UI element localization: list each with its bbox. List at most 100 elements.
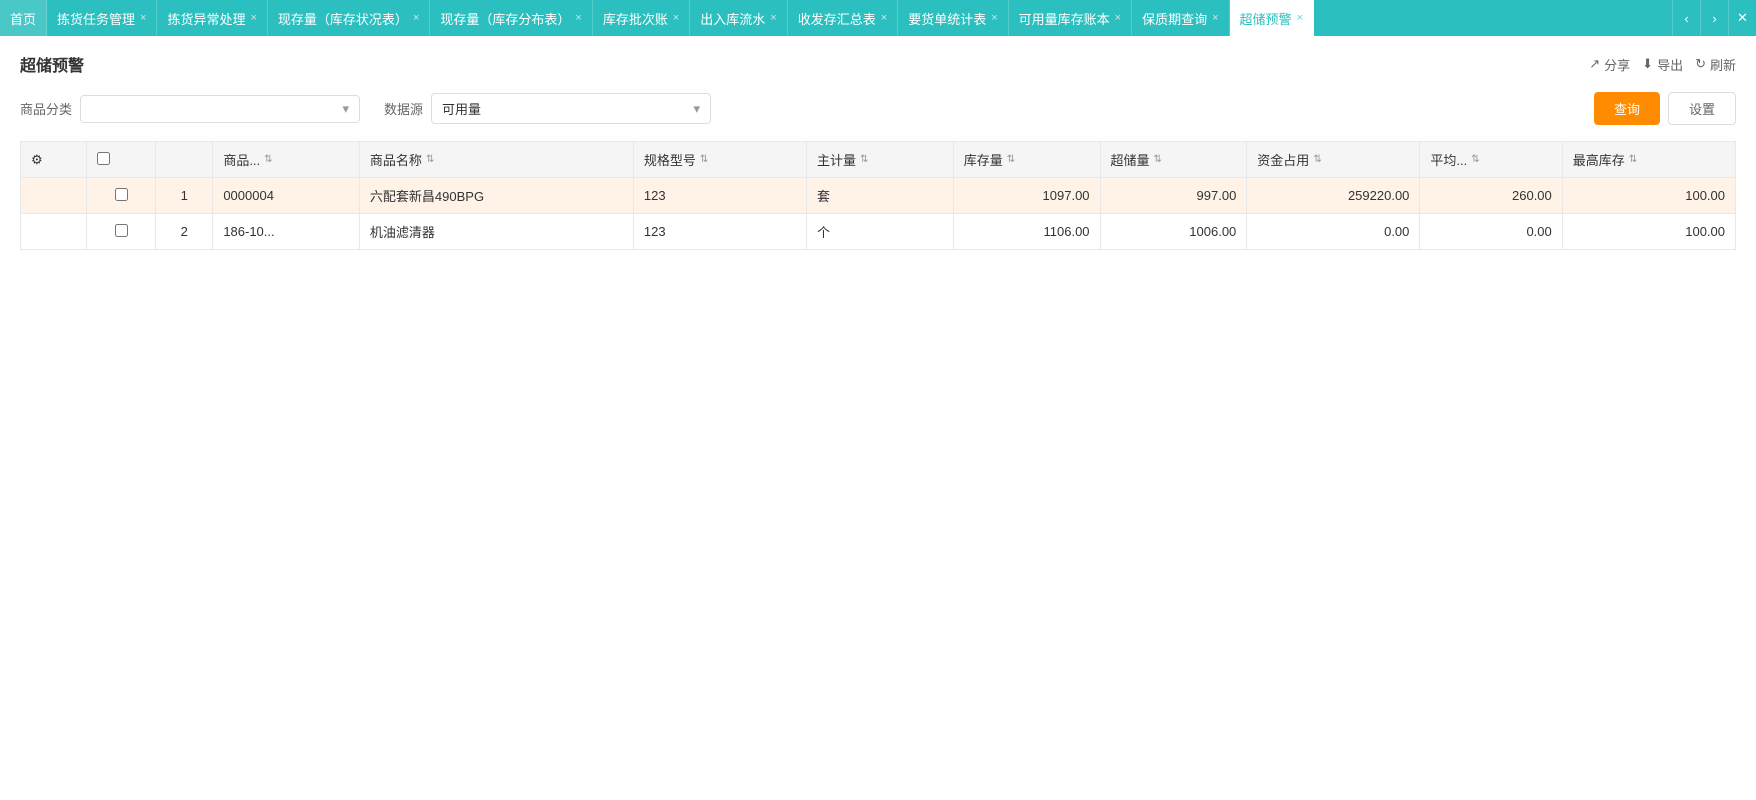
share-icon: ↗: [1589, 56, 1600, 72]
sort-avg[interactable]: 平均... ⇅: [1430, 150, 1551, 169]
cell-overstock-1: 1006.00: [1100, 214, 1247, 250]
nav-close-overstock-alert[interactable]: ×: [1297, 12, 1303, 24]
th-product-code[interactable]: 商品... ⇅: [213, 142, 360, 178]
nav-item-overstock-alert[interactable]: 超储预警 ×: [1230, 0, 1314, 36]
th-row-num: [156, 142, 213, 178]
nav-close-abnormal[interactable]: ×: [250, 12, 256, 24]
th-checkbox: [87, 142, 156, 178]
export-label: 导出: [1657, 55, 1683, 74]
nav-label-task-mgmt: 拣货任务管理: [57, 9, 135, 28]
nav-item-inventory-dist[interactable]: 现存量（库存分布表） ×: [430, 0, 592, 36]
th-max-stock-label: 最高库存: [1573, 150, 1625, 169]
cell-max-stock-1: 100.00: [1562, 214, 1735, 250]
row-checkbox-0[interactable]: [115, 188, 128, 201]
nav-item-quality-check[interactable]: 保质期查询 ×: [1132, 0, 1229, 36]
nav-item-home[interactable]: 首页: [0, 0, 47, 36]
nav-close-collect-summary[interactable]: ×: [881, 12, 887, 24]
nav-item-abnormal[interactable]: 拣货异常处理 ×: [157, 0, 267, 36]
nav-item-order-stats[interactable]: 要货单统计表 ×: [898, 0, 1008, 36]
data-table: ⚙ 商品... ⇅ 商品名称 ⇅: [20, 141, 1736, 250]
sort-product-name[interactable]: 商品名称 ⇅: [370, 150, 623, 169]
refresh-icon: ↻: [1695, 56, 1706, 72]
nav-label-home: 首页: [10, 9, 36, 28]
sort-unit[interactable]: 主计量 ⇅: [817, 150, 943, 169]
nav-close-available-ledger[interactable]: ×: [1115, 12, 1121, 24]
nav-arrow-close[interactable]: ✕: [1728, 0, 1756, 36]
th-unit-label: 主计量: [817, 150, 856, 169]
cell-gear-0: [21, 178, 87, 214]
nav-close-batch-account[interactable]: ×: [673, 12, 679, 24]
datasource-arrow-icon: ▾: [694, 101, 701, 117]
sort-spec[interactable]: 规格型号 ⇅: [644, 150, 796, 169]
nav-label-inventory-dist: 现存量（库存分布表）: [440, 9, 570, 28]
category-select[interactable]: ▾: [80, 95, 360, 123]
page-content: 超储预警 ↗ 分享 ⬇ 导出 ↻ 刷新 商品分类 ▾ 数据源: [0, 36, 1756, 800]
share-button[interactable]: ↗ 分享: [1589, 55, 1630, 74]
table-row: 2 186-10... 机油滤清器 123 个 1106.00 1006.00 …: [21, 214, 1736, 250]
sort-icon-unit: ⇅: [860, 154, 868, 165]
th-product-name-label: 商品名称: [370, 150, 422, 169]
category-label: 商品分类: [20, 99, 72, 118]
export-icon: ⬇: [1642, 56, 1653, 72]
nav-label-available-ledger: 可用量库存账本: [1019, 9, 1110, 28]
nav-label-inventory-status: 现存量（库存状况表）: [278, 9, 408, 28]
export-button[interactable]: ⬇ 导出: [1642, 55, 1683, 74]
th-gear[interactable]: ⚙: [21, 142, 87, 178]
share-label: 分享: [1604, 55, 1630, 74]
th-stock[interactable]: 库存量 ⇅: [953, 142, 1100, 178]
cell-spec-0: 123: [633, 178, 806, 214]
nav-item-inout-flow[interactable]: 出入库流水 ×: [690, 0, 787, 36]
th-capital[interactable]: 资金占用 ⇅: [1247, 142, 1420, 178]
page-title: 超储预警: [20, 52, 84, 76]
sort-overstock[interactable]: 超储量 ⇅: [1111, 150, 1237, 169]
nav-label-batch-account: 库存批次账: [603, 9, 668, 28]
sort-icon-spec: ⇅: [700, 154, 708, 165]
row-checkbox-1[interactable]: [115, 224, 128, 237]
nav-close-task-mgmt[interactable]: ×: [140, 12, 146, 24]
th-avg[interactable]: 平均... ⇅: [1420, 142, 1562, 178]
th-unit[interactable]: 主计量 ⇅: [807, 142, 954, 178]
nav-close-inventory-dist[interactable]: ×: [575, 12, 581, 24]
th-overstock-label: 超储量: [1111, 150, 1150, 169]
nav-arrow-right[interactable]: ›: [1700, 0, 1728, 36]
refresh-button[interactable]: ↻ 刷新: [1695, 55, 1736, 74]
filter-actions: 查询 设置: [1594, 92, 1736, 125]
sort-product-code[interactable]: 商品... ⇅: [223, 150, 349, 169]
cell-checkbox-1[interactable]: [87, 214, 156, 250]
sort-icon-capital: ⇅: [1313, 154, 1321, 165]
top-navigation: 首页 拣货任务管理 × 拣货异常处理 × 现存量（库存状况表） × 现存量（库存…: [0, 0, 1756, 36]
th-spec[interactable]: 规格型号 ⇅: [633, 142, 806, 178]
cell-avg-0: 260.00: [1420, 178, 1562, 214]
th-max-stock[interactable]: 最高库存 ⇅: [1562, 142, 1735, 178]
cell-checkbox-0[interactable]: [87, 178, 156, 214]
nav-item-task-mgmt[interactable]: 拣货任务管理 ×: [47, 0, 157, 36]
nav-item-available-ledger[interactable]: 可用量库存账本 ×: [1009, 0, 1132, 36]
select-all-checkbox[interactable]: [97, 152, 110, 165]
datasource-value: 可用量: [442, 99, 481, 118]
cell-rownum-0: 1: [156, 178, 213, 214]
nav-close-inout-flow[interactable]: ×: [770, 12, 776, 24]
nav-item-inventory-status[interactable]: 现存量（库存状况表） ×: [268, 0, 430, 36]
settings-button[interactable]: 设置: [1668, 92, 1736, 125]
nav-arrows: ‹ › ✕: [1672, 0, 1756, 36]
sort-max-stock[interactable]: 最高库存 ⇅: [1573, 150, 1725, 169]
th-product-name[interactable]: 商品名称 ⇅: [359, 142, 633, 178]
nav-close-quality-check[interactable]: ×: [1212, 12, 1218, 24]
sort-stock[interactable]: 库存量 ⇅: [964, 150, 1090, 169]
cell-rownum-1: 2: [156, 214, 213, 250]
th-overstock[interactable]: 超储量 ⇅: [1100, 142, 1247, 178]
nav-label-abnormal: 拣货异常处理: [167, 9, 245, 28]
sort-icon-avg: ⇅: [1471, 154, 1479, 165]
sort-icon-max-stock: ⇅: [1629, 154, 1637, 165]
nav-item-collect-summary[interactable]: 收发存汇总表 ×: [788, 0, 898, 36]
nav-arrow-left[interactable]: ‹: [1672, 0, 1700, 36]
nav-item-batch-account[interactable]: 库存批次账 ×: [593, 0, 690, 36]
sort-capital[interactable]: 资金占用 ⇅: [1257, 150, 1409, 169]
category-arrow-icon: ▾: [342, 101, 349, 117]
table-wrapper: ⚙ 商品... ⇅ 商品名称 ⇅: [20, 141, 1736, 250]
datasource-filter: 数据源 可用量 ▾: [384, 93, 711, 124]
nav-close-order-stats[interactable]: ×: [991, 12, 997, 24]
nav-close-inventory-status[interactable]: ×: [413, 12, 419, 24]
query-button[interactable]: 查询: [1594, 92, 1660, 125]
datasource-select[interactable]: 可用量 ▾: [431, 93, 711, 124]
